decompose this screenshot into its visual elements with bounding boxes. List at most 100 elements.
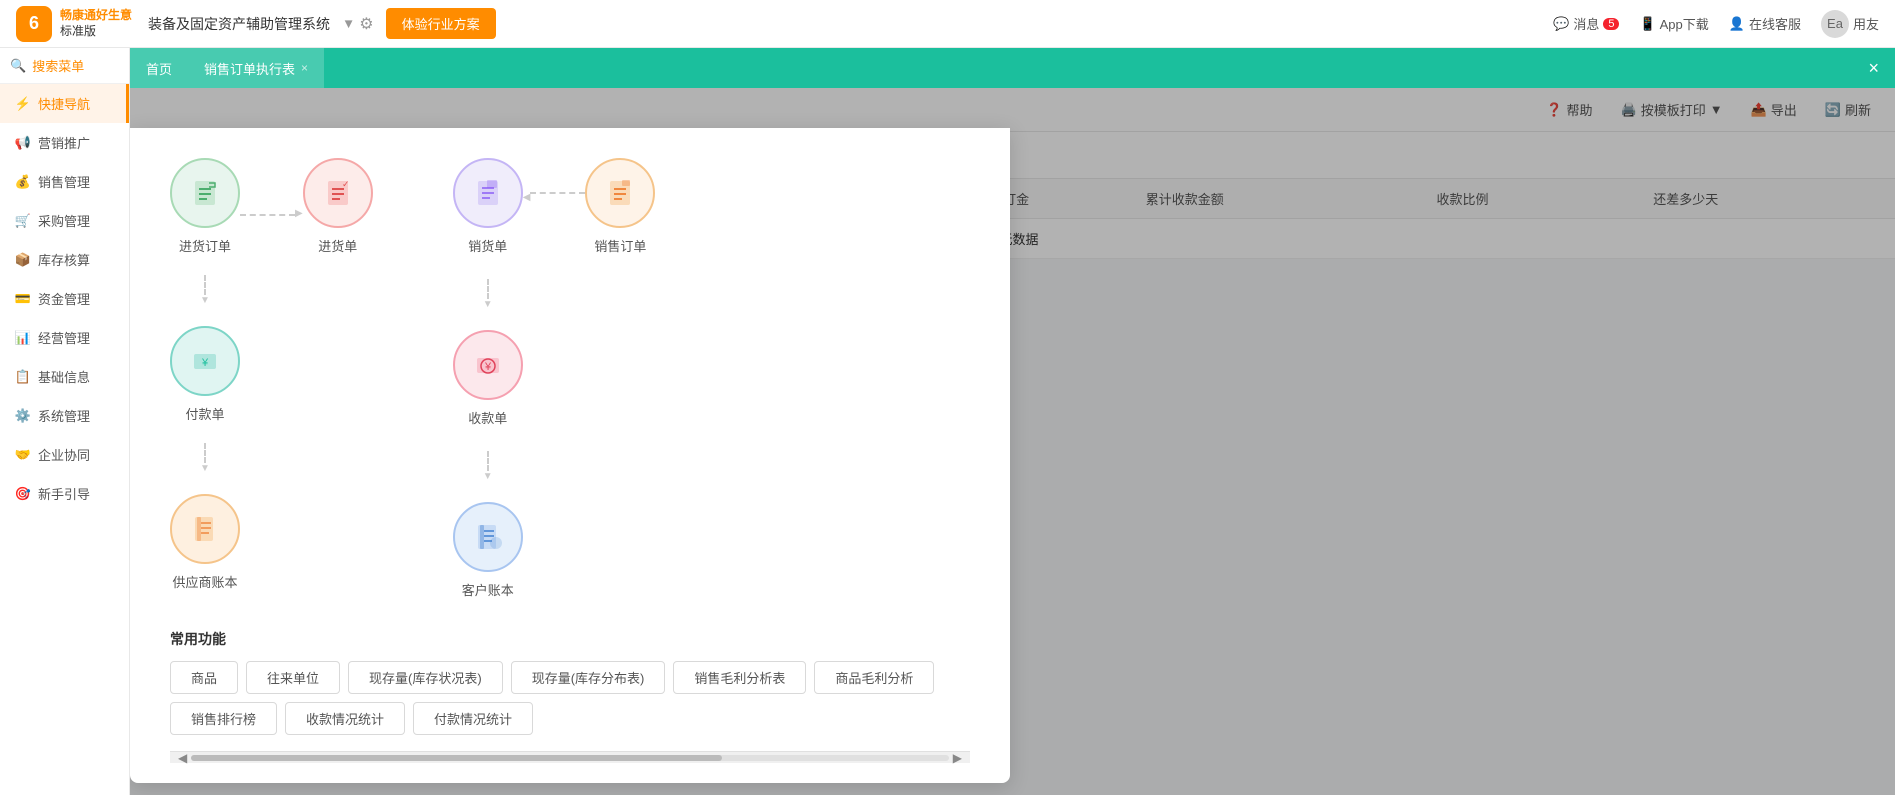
sidebar-nav: ⚡快捷导航📢营销推广💰销售管理 🛒 采购管理 📦 库存核算 💳 资金管理 📊 经营管理 📋 基础信息… [0,84,129,513]
sales-bill-circle [453,158,523,228]
sidebar-item-sales[interactable]: 💰销售管理 [0,162,129,201]
nav-icon-operations: 📊 [14,330,32,346]
func-btn-0[interactable]: 商品 [170,661,238,694]
scroll-left-btn[interactable]: ◀ [178,751,187,765]
h-arrow-1: ▶ [240,158,303,219]
func-btn-7[interactable]: 收款情况统计 [285,702,405,735]
nav-label-inventory: 库存核算 [38,250,90,269]
nav-icon-finance: 💳 [14,291,32,307]
nav-icon-inventory: 📦 [14,252,32,268]
sidebar-item-purchase[interactable]: 🛒 采购管理 [0,201,129,240]
func-btn-2[interactable]: 现存量(库存状况表) [348,661,503,694]
search-menu-btn[interactable]: 🔍 搜索菜单 [0,48,129,84]
quick-guide-panel: 进货订单 ▼ [130,128,1010,783]
scroll-right-btn[interactable]: ▶ [953,751,962,765]
common-functions: 常用功能 商品往来单位现存量(库存状况表)现存量(库存分布表)销售毛利分析表商品… [170,629,970,735]
payment-circle: ¥ [170,326,240,396]
message-icon: 💬 [1553,16,1569,32]
receipt-label: 收款单 [468,408,507,427]
tab-bar-close-btn[interactable]: × [1868,58,1879,79]
avatar: Ea [1821,10,1849,38]
sidebar-item-quick-guide[interactable]: ⚡快捷导航 [0,84,129,123]
svg-text:¥: ¥ [484,361,492,373]
sidebar-item-inventory[interactable]: 📦 库存核算 [0,240,129,279]
sales-order-circle [585,158,655,228]
flow-item-sales-bill[interactable]: 销货单 [453,158,523,255]
flow-item-purchase-bill[interactable]: ✓ 进货单 [303,158,373,255]
tab-sales-order-execution[interactable]: 销售订单执行表 × [188,48,324,88]
flow-item-purchase-order[interactable]: 进货订单 [170,158,240,255]
settings-icon[interactable]: ⚙ [359,14,373,34]
scrollbar-area: ◀ ▶ [170,751,970,763]
scrollbar-thumb [191,755,721,761]
sidebar-item-marketing[interactable]: 📢营销推广 [0,123,129,162]
sidebar-item-basic-info[interactable]: 📋 基础信息 [0,357,129,396]
flow-col-sales-bill: 销货单 ▼ [453,158,523,599]
message-badge: 5 [1603,18,1619,30]
flow-item-receipt[interactable]: ¥ 收款单 [453,330,523,427]
nav-label-operations: 经营管理 [38,328,90,347]
nav-icon-newbie: 🎯 [14,486,32,502]
flow-item-payment[interactable]: ¥ 付款单 [170,326,240,423]
func-buttons-row2: 销售排行榜收款情况统计付款情况统计 [170,702,970,735]
arrow-down-1: ▼ [200,275,210,306]
payment-label: 付款单 [185,404,224,423]
download-icon: 📱 [1639,16,1655,32]
nav-label-collab: 企业协同 [38,445,90,464]
func-btn-8[interactable]: 付款情况统计 [413,702,533,735]
tab-close-btn[interactable]: × [301,61,308,75]
flow-col-mid-left: ✓ 进货单 [303,158,373,255]
nav-label-basic-info: 基础信息 [38,367,90,386]
common-title: 常用功能 [170,629,970,649]
flow-item-customer-ledger[interactable]: 客户账本 [453,502,523,599]
scrollbar-track[interactable] [191,755,949,761]
sidebar-item-operations[interactable]: 📊 经营管理 [0,318,129,357]
customer-ledger-label: 客户账本 [462,580,514,599]
page-content: ❓ 帮助 🖨️ 按模板打印 ▼ 📤 导出 🔄 刷新 [130,88,1895,795]
func-btn-5[interactable]: 商品毛利分析 [814,661,934,694]
nav-label-quick-guide: 快捷导航 [38,94,90,113]
system-dropdown-btn[interactable]: ▼ [338,16,359,31]
func-btn-1[interactable]: 往来单位 [246,661,340,694]
sales-bill-label: 销货单 [468,236,507,255]
sidebar: 🔍 搜索菜单 ⚡快捷导航📢营销推广💰销售管理 🛒 采购管理 📦 库存核算 💳 资金管理 📊 经营… [0,48,130,795]
purchase-order-circle [170,158,240,228]
online-service-btn[interactable]: 👤 在线客服 [1729,14,1801,33]
sidebar-item-newbie[interactable]: 🎯新手引导 [0,474,129,513]
nav-label-system: 系统管理 [38,406,90,425]
service-icon: 👤 [1729,16,1745,32]
system-name: 装备及固定资产辅助管理系统 [148,14,330,34]
flow-item-sales-order[interactable]: 销售订单 [585,158,655,255]
trial-button[interactable]: 体验行业方案 [386,8,496,39]
arrow-down-3: ▼ [483,279,493,310]
logo-icon: 6 [16,6,52,42]
content-area: 首页 销售订单执行表 × × ❓ 帮助 🖨️ [130,48,1895,795]
nav-label-finance: 资金管理 [38,289,90,308]
customer-ledger-circle [453,502,523,572]
h-arrow-2: ◀ [523,158,586,203]
message-btn[interactable]: 💬 消息 5 [1553,14,1619,33]
receipt-circle: ¥ [453,330,523,400]
tab-home[interactable]: 首页 [130,48,188,88]
flow-col-right-group: 销货单 ▼ [453,158,656,599]
func-btn-3[interactable]: 现存量(库存分布表) [511,661,666,694]
supplier-ledger-label: 供应商账本 [172,572,237,591]
sidebar-item-finance[interactable]: 💳 资金管理 [0,279,129,318]
nav-icon-marketing: 📢 [14,135,32,151]
search-icon: 🔍 [10,58,26,74]
func-btn-6[interactable]: 销售排行榜 [170,702,277,735]
sidebar-item-collab[interactable]: 🤝企业协同 [0,435,129,474]
purchase-bill-circle: ✓ [303,158,373,228]
purchase-order-label: 进货订单 [179,236,231,255]
func-buttons-row1: 商品往来单位现存量(库存状况表)现存量(库存分布表)销售毛利分析表商品毛利分析 [170,661,970,694]
user-menu-btn[interactable]: Ea 用友 [1821,10,1879,38]
top-right-area: 💬 消息 5 📱 App下载 👤 在线客服 Ea 用友 [1553,10,1879,38]
func-btn-4[interactable]: 销售毛利分析表 [673,661,806,694]
nav-icon-basic-info: 📋 [14,369,32,385]
nav-icon-purchase: 🛒 [14,213,32,229]
flow-item-supplier-ledger[interactable]: 供应商账本 [170,494,240,591]
sidebar-item-system[interactable]: ⚙️系统管理 [0,396,129,435]
nav-label-purchase: 采购管理 [38,211,90,230]
flow-diagram: 进货订单 ▼ [170,158,970,599]
app-download-btn[interactable]: 📱 App下载 [1639,14,1708,33]
